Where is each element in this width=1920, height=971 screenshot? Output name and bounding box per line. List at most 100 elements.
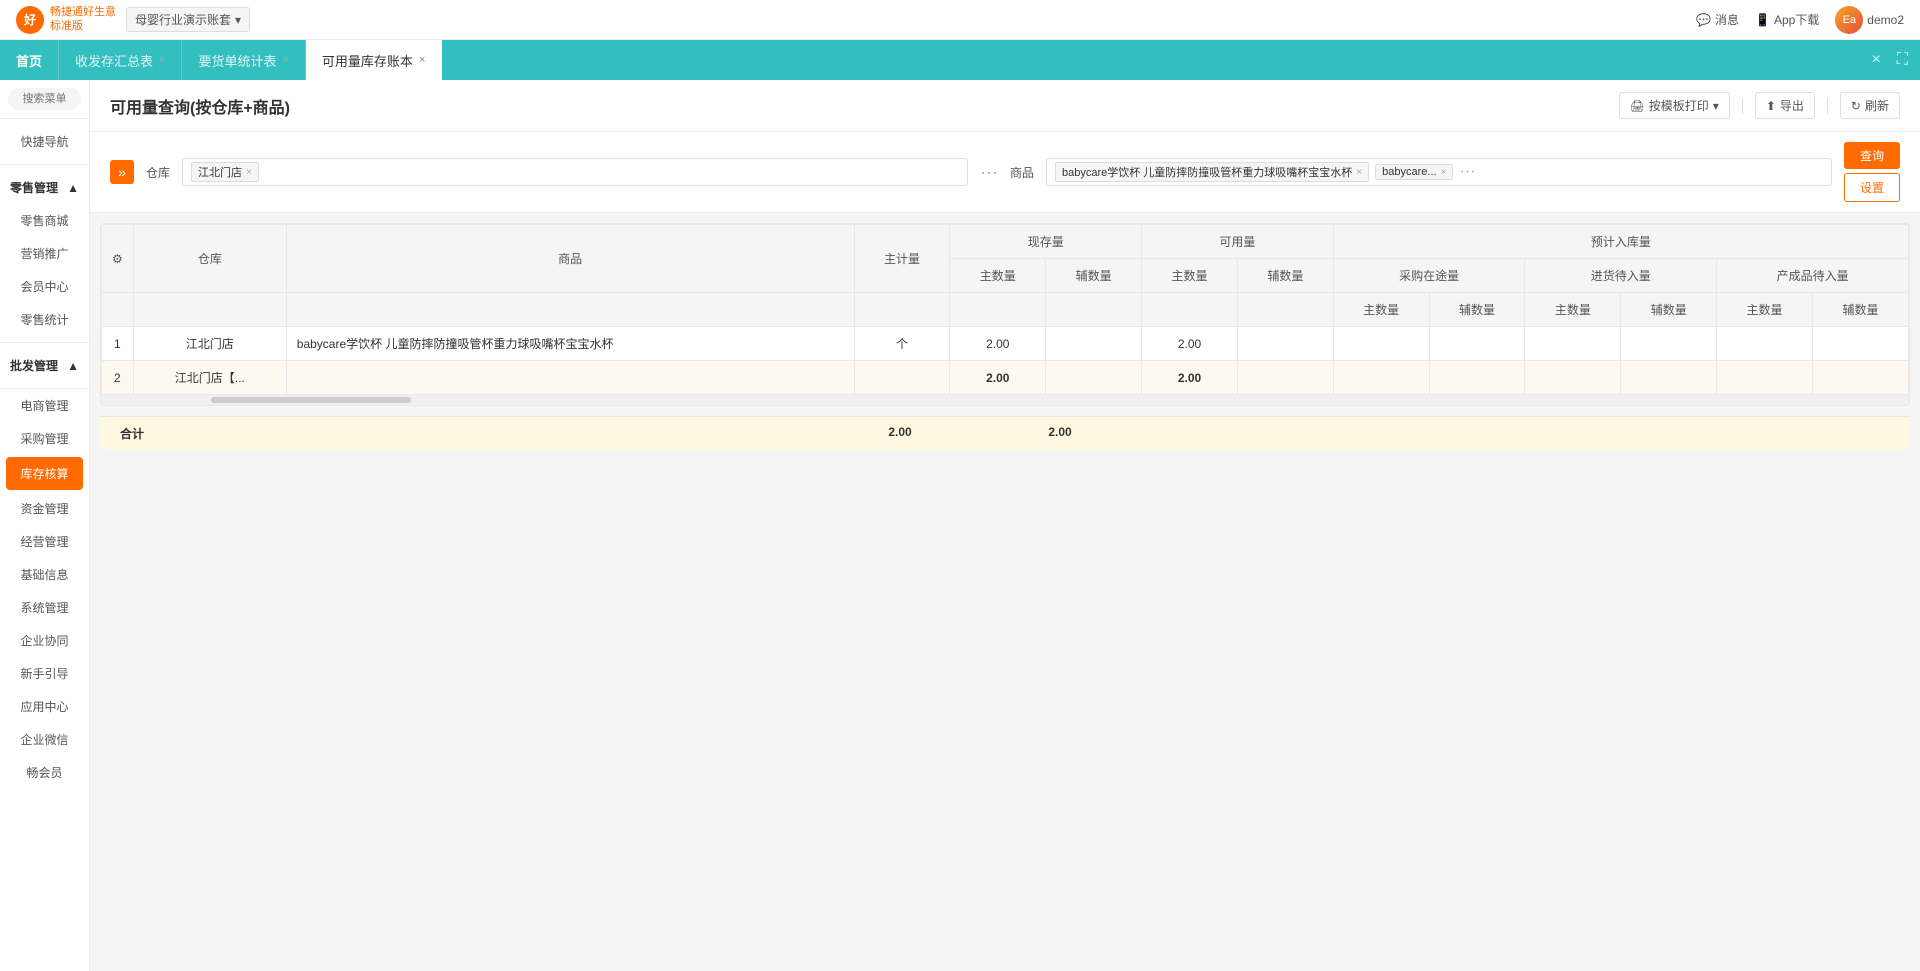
- col-pt-aux: 辅数量: [1429, 293, 1525, 327]
- scroll-thumb[interactable]: [211, 397, 411, 403]
- table-row: 2 江北门店【... 2.00 2.00: [102, 361, 1909, 395]
- sidebar-item-basic-info[interactable]: 基础信息: [0, 558, 89, 591]
- sidebar-item-system[interactable]: 系统管理: [0, 591, 89, 624]
- top-bar: 好 畅捷通好生意 标准版 母婴行业演示账套 ▾ 💬 消息 📱 App下载 Ea …: [0, 0, 1920, 40]
- row-product: babycare学饮杯 儿童防摔防撞吸管杯重力球吸嘴杯宝宝水杯: [286, 327, 854, 361]
- row-pw-aux-2: [1812, 361, 1908, 395]
- search-input[interactable]: [8, 88, 81, 110]
- horizontal-scrollbar[interactable]: [101, 395, 1909, 405]
- tab-available-stock[interactable]: 可用量库存账本 ×: [306, 40, 442, 80]
- top-bar-right: 💬 消息 📱 App下载 Ea demo2: [1696, 6, 1904, 34]
- sidebar-item-enterprise-wechat[interactable]: 企业微信: [0, 723, 89, 756]
- row-pw-main-2: [1717, 361, 1813, 395]
- product-tag-2[interactable]: babycare... ×: [1375, 164, 1453, 180]
- sidebar-item-retail-stats[interactable]: 零售统计: [0, 303, 89, 336]
- col-purchase-transit: 采购在途量: [1333, 259, 1525, 293]
- col-incoming-wait: 进货待入量: [1525, 259, 1717, 293]
- settings-btn[interactable]: 设置: [1844, 173, 1900, 202]
- download-icon: 📱: [1755, 13, 1770, 27]
- row-current-aux: [1046, 327, 1142, 361]
- logo-text: 畅捷通好生意 标准版: [50, 6, 116, 32]
- product-filter-tags[interactable]: babycare学饮杯 儿童防摔防撞吸管杯重力球吸嘴杯宝宝水杯 × babyca…: [1046, 158, 1832, 186]
- sidebar-item-member-service[interactable]: 畅会员: [0, 756, 89, 789]
- sidebar-item-operations[interactable]: 经营管理: [0, 525, 89, 558]
- warehouse-label: 仓库: [146, 164, 170, 181]
- sidebar-item-members[interactable]: 会员中心: [0, 270, 89, 303]
- remove-product-tag-1[interactable]: ×: [1356, 167, 1362, 178]
- row-pw-main: [1717, 327, 1813, 361]
- maximize-btn[interactable]: ⛶: [1893, 47, 1912, 73]
- col-current-main: 主数量: [950, 259, 1046, 293]
- close-window-btn[interactable]: ×: [1867, 47, 1884, 73]
- warehouse-tag-jiangbei[interactable]: 江北门店 ×: [191, 162, 259, 182]
- row-avail-aux-2: [1237, 361, 1333, 395]
- refresh-btn[interactable]: ↻ 刷新: [1840, 92, 1900, 119]
- sidebar-section-wholesale: 批发管理 ▲: [0, 343, 89, 389]
- total-available-main: 2.00: [1020, 425, 1100, 442]
- col-iw-aux: 辅数量: [1621, 293, 1717, 327]
- template-print-btn[interactable]: 🖨 按模板打印 ▾: [1619, 92, 1730, 119]
- sidebar-item-guide[interactable]: 新手引导: [0, 657, 89, 690]
- export-icon: ⬆: [1766, 99, 1776, 113]
- tab-receive-summary[interactable]: 收发存汇总表 ×: [59, 40, 182, 80]
- sidebar-item-retail-mall[interactable]: 零售商城: [0, 204, 89, 237]
- product-tag-1[interactable]: babycare学饮杯 儿童防摔防撞吸管杯重力球吸嘴杯宝宝水杯 ×: [1055, 162, 1369, 182]
- chevron-down-icon-2: ▾: [1713, 99, 1719, 113]
- sidebar-item-app-center[interactable]: 应用中心: [0, 690, 89, 723]
- nav-spacer: [442, 40, 1859, 80]
- filter-toggle-btn[interactable]: »: [110, 160, 134, 184]
- sidebar-section-retail-header[interactable]: 零售管理 ▲: [0, 171, 89, 204]
- message-btn[interactable]: 💬 消息: [1696, 11, 1739, 28]
- table-area: ⚙ 仓库 商品 主计量 现存量 可用量 预计入库量 主数量 辅数量 主数量 辅数…: [100, 223, 1910, 406]
- sidebar-item-marketing[interactable]: 营销推广: [0, 237, 89, 270]
- remove-product-tag-2[interactable]: ×: [1441, 167, 1447, 178]
- row-index: 1: [102, 327, 134, 361]
- row-current-aux-2: [1046, 361, 1142, 395]
- row-current-main-2: 2.00: [950, 361, 1046, 395]
- row-current-main: 2.00: [950, 327, 1046, 361]
- sidebar-section-wholesale-header[interactable]: 批发管理 ▲: [0, 349, 89, 382]
- row-iw-main: [1525, 327, 1621, 361]
- sidebar-item-ecommerce[interactable]: 电商管理: [0, 389, 89, 422]
- warehouse-filter-tags[interactable]: 江北门店 ×: [182, 158, 968, 186]
- close-tab-receive[interactable]: ×: [159, 54, 165, 66]
- top-bar-left: 好 畅捷通好生意 标准版 母婴行业演示账套 ▾: [16, 6, 250, 34]
- app-download-btn[interactable]: 📱 App下载: [1755, 11, 1819, 28]
- chevron-icon-2: ▲: [67, 359, 79, 373]
- remove-warehouse-tag[interactable]: ×: [246, 167, 252, 178]
- industry-select[interactable]: 母婴行业演示账套 ▾: [126, 7, 250, 32]
- col-pw-aux: 辅数量: [1812, 293, 1908, 327]
- footer-total-row: 合计 2.00 2.00: [100, 416, 1910, 450]
- query-btn[interactable]: 查询: [1844, 142, 1900, 169]
- tab-home[interactable]: 首页: [0, 40, 59, 80]
- page-header: 可用量查询(按仓库+商品) 🖨 按模板打印 ▾ ⬆ 导出 ↻ 刷新: [90, 80, 1920, 132]
- row-pt-aux: [1429, 327, 1525, 361]
- close-tab-available[interactable]: ×: [419, 54, 425, 66]
- close-tab-order[interactable]: ×: [282, 54, 288, 66]
- sidebar-search-area: [0, 80, 89, 119]
- table-row: 1 江北门店 babycare学饮杯 儿童防摔防撞吸管杯重力球吸嘴杯宝宝水杯 个…: [102, 327, 1909, 361]
- export-btn[interactable]: ⬆ 导出: [1755, 92, 1815, 119]
- sidebar-item-purchase[interactable]: 采购管理: [0, 422, 89, 455]
- page-actions: 🖨 按模板打印 ▾ ⬆ 导出 ↻ 刷新: [1619, 92, 1900, 119]
- sidebar-item-stock-check[interactable]: 库存核算: [6, 457, 83, 490]
- chevron-icon: ▲: [67, 181, 79, 195]
- row-pw-aux: [1812, 327, 1908, 361]
- table-header-row-1: ⚙ 仓库 商品 主计量 现存量 可用量 预计入库量: [102, 225, 1909, 259]
- tab-order-stats[interactable]: 要货单统计表 ×: [182, 40, 305, 80]
- col-pt-main: 主数量: [1333, 293, 1429, 327]
- row-index-2: 2: [102, 361, 134, 395]
- sidebar-item-enterprise[interactable]: 企业协同: [0, 624, 89, 657]
- row-iw-main-2: [1525, 361, 1621, 395]
- col-current-aux: 辅数量: [1046, 259, 1142, 293]
- row-avail-main-2: 2.00: [1142, 361, 1238, 395]
- quick-nav-item[interactable]: 快捷导航: [0, 125, 89, 158]
- warehouse-more-btn[interactable]: ···: [980, 162, 998, 183]
- row-pt-main-2: [1333, 361, 1429, 395]
- total-current-main: 2.00: [860, 425, 940, 442]
- sidebar-item-finance[interactable]: 资金管理: [0, 492, 89, 525]
- nav-tabs: 首页 收发存汇总表 × 要货单统计表 × 可用量库存账本 × × ⛶: [0, 40, 1920, 80]
- message-icon: 💬: [1696, 13, 1711, 27]
- user-menu[interactable]: Ea demo2: [1835, 6, 1904, 34]
- col-settings[interactable]: ⚙: [102, 225, 134, 293]
